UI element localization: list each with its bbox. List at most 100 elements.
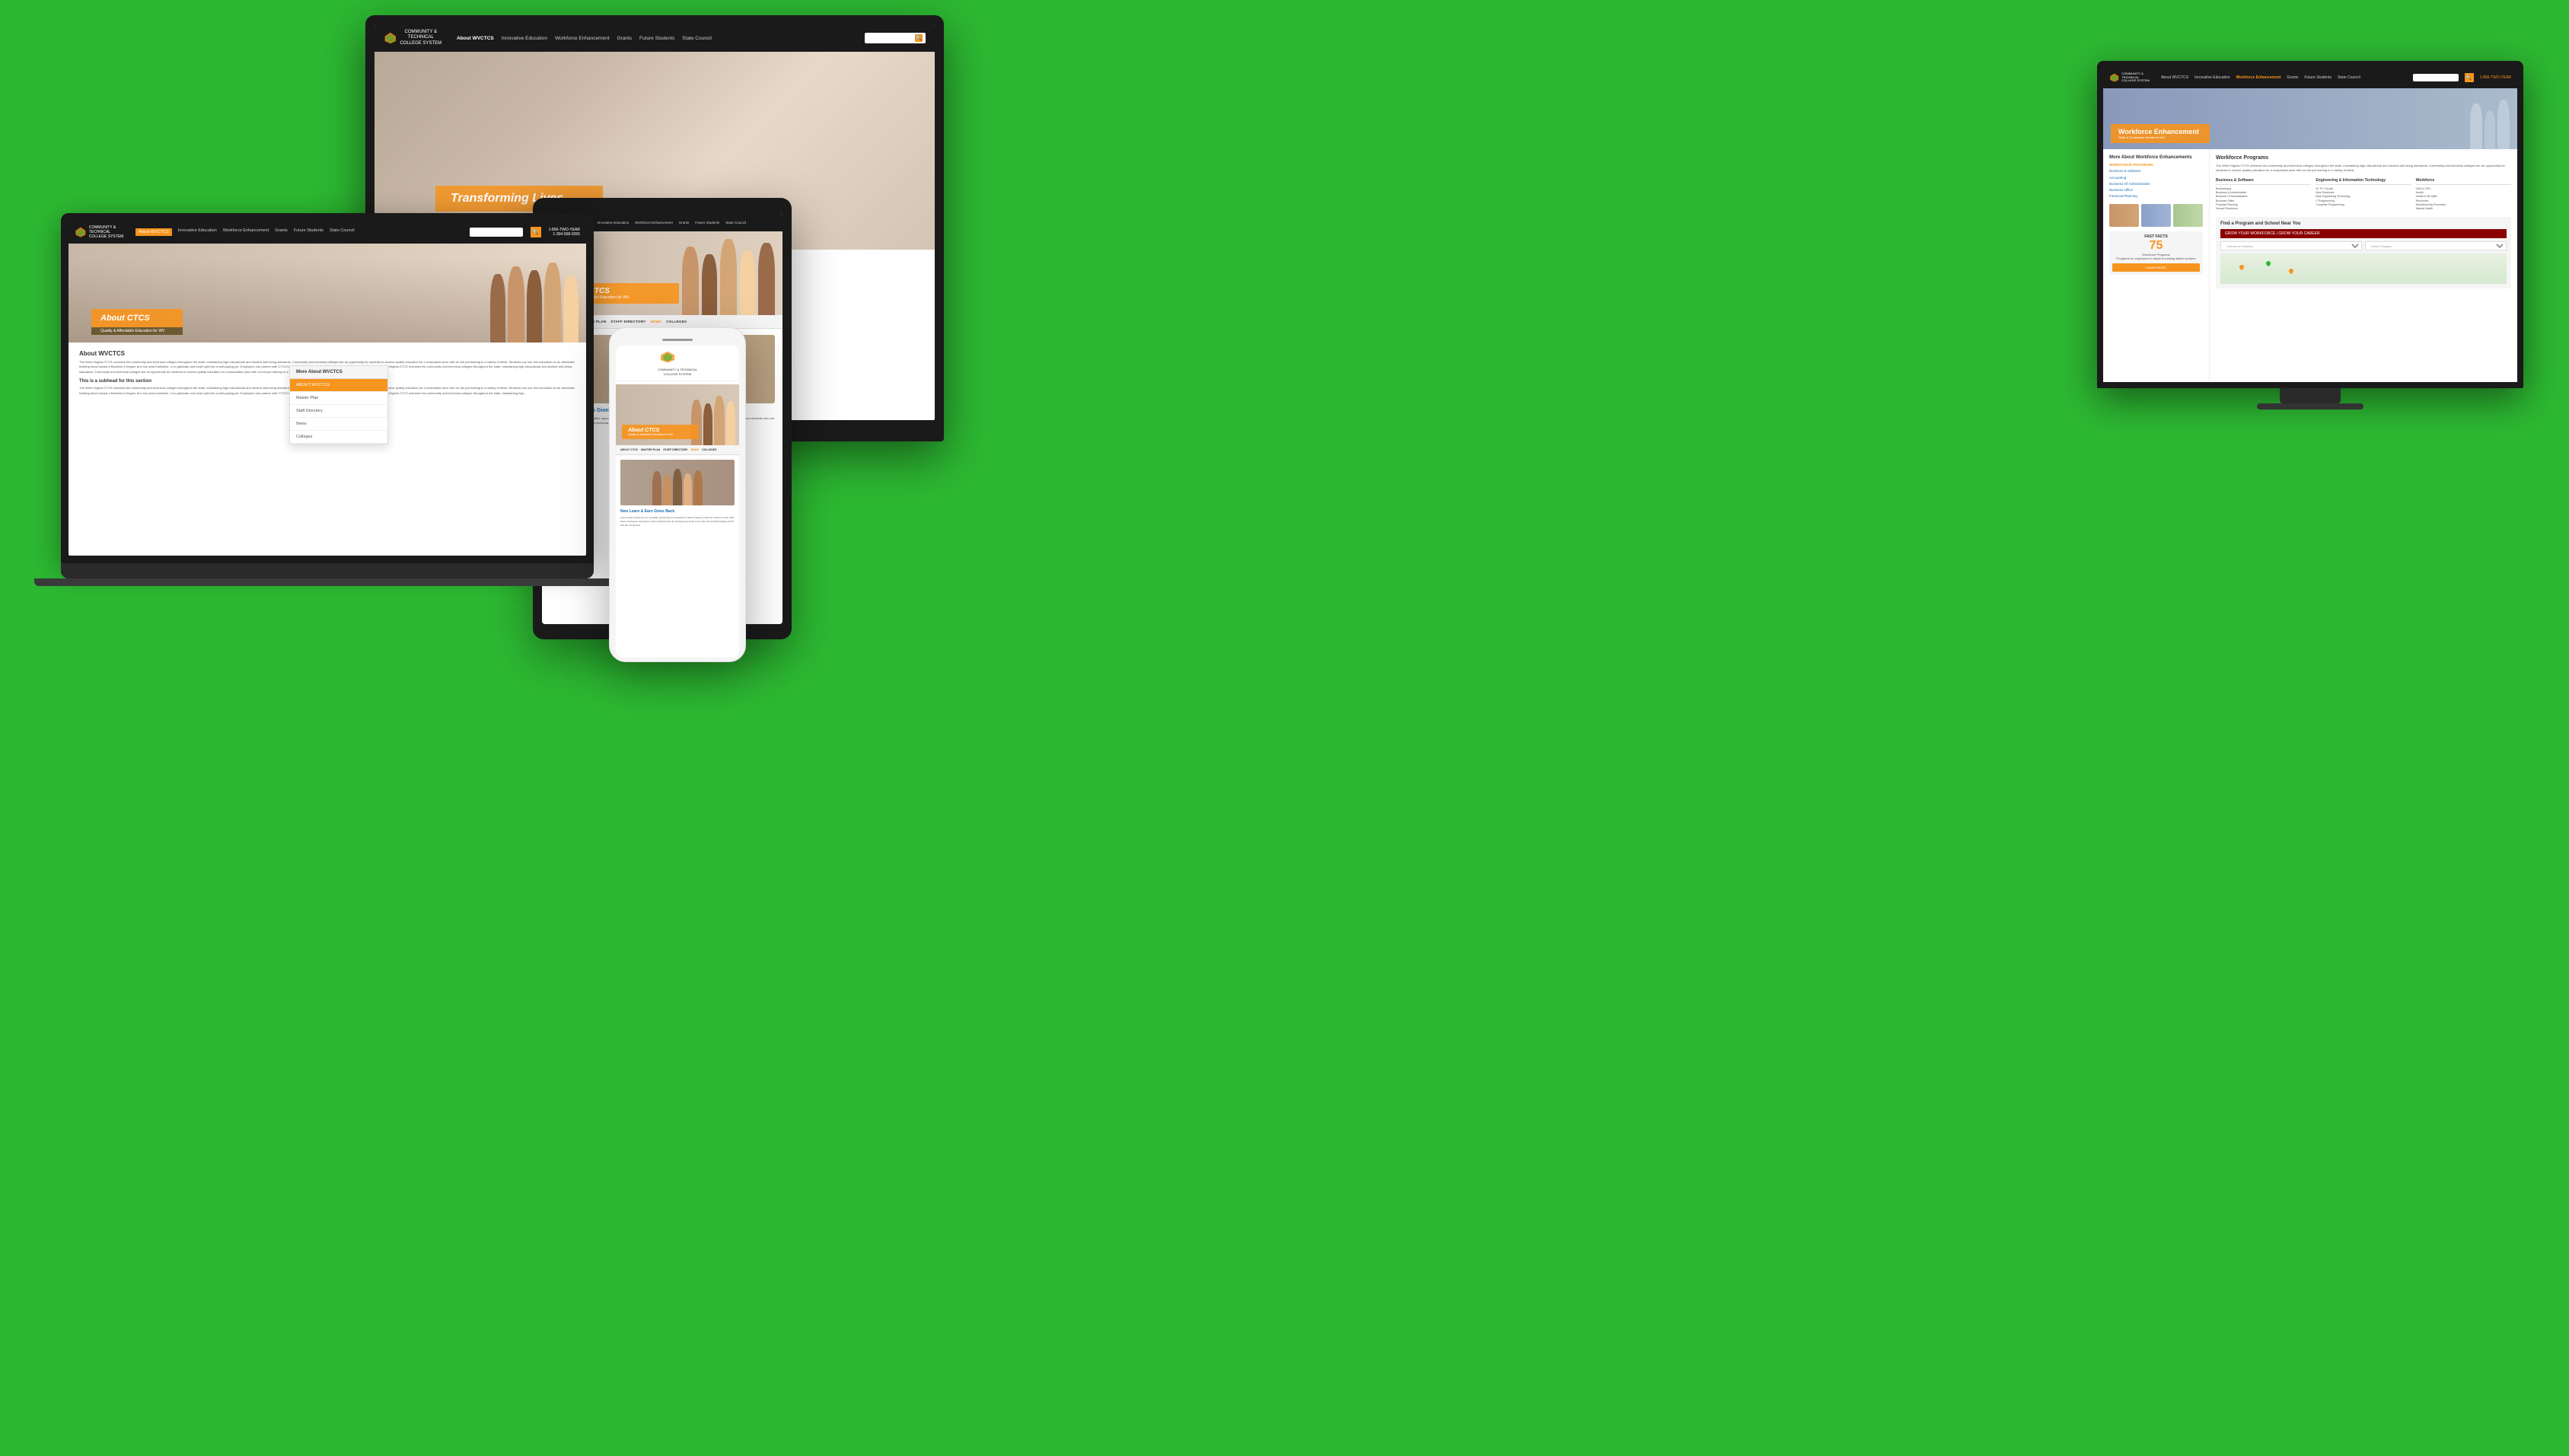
map-pin-1 bbox=[2239, 264, 2245, 270]
tablet-sub-colleges[interactable]: COLLEGES bbox=[666, 320, 687, 323]
sidebar-img-2 bbox=[2141, 204, 2171, 227]
desktop-stand bbox=[2280, 388, 2341, 403]
desktop-nav-grants[interactable]: Grants bbox=[2287, 75, 2298, 80]
desktop-industry-select[interactable]: Choose an Industry bbox=[2220, 241, 2362, 250]
monitor-logo-text: COMMUNITY & TECHNICALCOLLEGE SYSTEM bbox=[397, 30, 445, 46]
pi1 bbox=[652, 471, 661, 505]
tablet-nav-state-council[interactable]: State Council bbox=[725, 221, 746, 225]
desktop-hero-overlay: Workforce Enhancement Skills & Credentia… bbox=[2111, 124, 2210, 143]
php2 bbox=[703, 403, 712, 445]
phone-sub-about[interactable]: ABOUT CTCS bbox=[620, 448, 638, 451]
desktop-fast-facts: FAST FACTS 75 Workforce Programs Program… bbox=[2109, 231, 2203, 275]
desktop-logo-text: COMMUNITY & TECHNICALCOLLEGE SYSTEM bbox=[2121, 72, 2155, 83]
ds-item-3[interactable]: Business Of Administrative bbox=[2109, 182, 2203, 186]
desktop-nav-about[interactable]: About WVCTCS bbox=[2161, 75, 2188, 80]
laptop-logo-text: COMMUNITY & TECHNICALCOLLEGE SYSTEM bbox=[89, 225, 128, 239]
dh3 bbox=[2497, 100, 2510, 149]
laptop-hero-subtitle: Quality & Affordable Education for WV bbox=[100, 329, 174, 333]
desktop-sidebar-workforce-label: WORKFORCE PROGRAMS bbox=[2109, 163, 2203, 167]
phone-logo-text-1: COMMUNITY & TECHNICAL bbox=[658, 368, 697, 372]
ds-item-5[interactable]: Financial Planning bbox=[2109, 194, 2203, 199]
phone-logo-icon bbox=[658, 350, 677, 364]
desktop-hero-title: Workforce Enhancement bbox=[2118, 128, 2202, 135]
desktop-ff-learn-more[interactable]: LEARN MORE bbox=[2112, 263, 2200, 272]
laptop-section-title: About WVCTCS bbox=[79, 350, 575, 357]
laptop-dropdown-item-colleges[interactable]: Colleges bbox=[290, 431, 387, 444]
laptop-device: COMMUNITY & TECHNICALCOLLEGE SYSTEM Abou… bbox=[61, 213, 594, 609]
laptop-nav-innovative[interactable]: Innovative Education bbox=[178, 228, 217, 236]
laptop-nav-grants[interactable]: Grants bbox=[275, 228, 288, 236]
monitor-nav-state-council[interactable]: State Council bbox=[682, 36, 712, 41]
phone-article-title[interactable]: New Learn & Earn Gives Back bbox=[620, 509, 735, 514]
ds-item-4[interactable]: Business Office bbox=[2109, 188, 2203, 193]
desktop-nav-links: About WVCTCS Innovative Education Workfo… bbox=[2161, 75, 2407, 80]
lp3 bbox=[527, 270, 542, 342]
monitor-nav-about[interactable]: About WVCTCS bbox=[457, 36, 494, 41]
phone-sub-master[interactable]: MASTER PLAN bbox=[641, 448, 660, 451]
desktop-sidebar: More About Workforce Enhancements WORKFO… bbox=[2103, 149, 2210, 382]
laptop-search-button[interactable]: 🔍 bbox=[531, 227, 541, 237]
dc-item-w6[interactable]: Natural Health bbox=[2416, 207, 2511, 211]
phone-hero-overlay: About CTCS Quality & Affordable Educatio… bbox=[622, 425, 698, 439]
laptop-nav-future[interactable]: Future Students bbox=[294, 228, 324, 236]
monitor-nav-links: About WVCTCS Innovative Education Workfo… bbox=[457, 36, 853, 41]
phone-sub-staff[interactable]: STAFF DIRECTORY bbox=[663, 448, 687, 451]
ds-item-2[interactable]: Accounting bbox=[2109, 176, 2203, 180]
laptop-dropdown-item-staff[interactable]: Staff Directory bbox=[290, 405, 387, 418]
phone-sub-colleges[interactable]: COLLEGES bbox=[702, 448, 716, 451]
phone-sub-nav: ABOUT CTCS MASTER PLAN STAFF DIRECTORY N… bbox=[616, 445, 739, 455]
desktop-navbar: COMMUNITY & TECHNICALCOLLEGE SYSTEM Abou… bbox=[2103, 67, 2517, 88]
desktop-nav-future[interactable]: Future Students bbox=[2304, 75, 2332, 80]
monitor-nav-innovative[interactable]: Innovative Education bbox=[502, 36, 547, 41]
desktop-search-button[interactable]: 🔍 bbox=[2465, 73, 2474, 82]
desktop-nav-state-council[interactable]: State Council bbox=[2338, 75, 2360, 80]
tp1 bbox=[682, 247, 699, 315]
laptop-nav-workforce[interactable]: Workforce Enhancement bbox=[223, 228, 269, 236]
monitor-nav-grants[interactable]: Grants bbox=[617, 36, 633, 41]
dc-item-e5[interactable]: Computer Programming bbox=[2316, 203, 2411, 207]
monitor-search-bar[interactable]: 🔍 bbox=[865, 33, 926, 43]
ds-item-1[interactable]: Business & Software bbox=[2109, 169, 2203, 174]
phone-article-image bbox=[620, 460, 735, 505]
desktop-base bbox=[2257, 403, 2363, 409]
desktop-nav-workforce[interactable]: Workforce Enhancement bbox=[2236, 75, 2281, 80]
phone-sub-news[interactable]: NEWS bbox=[691, 448, 700, 451]
monitor-nav-workforce[interactable]: Workforce Enhancement bbox=[555, 36, 609, 41]
laptop-dropdown-item-about[interactable]: ABOUT WVCTCS bbox=[290, 379, 387, 392]
phone-device: COMMUNITY & TECHNICAL COLLEGE SYSTEM Abo… bbox=[609, 327, 746, 662]
phone-logo-text-2: COLLEGE SYSTEM bbox=[658, 372, 697, 377]
php3 bbox=[714, 396, 725, 445]
monitor-nav-future[interactable]: Future Students bbox=[639, 36, 674, 41]
laptop-dropdown-item-master[interactable]: Master Plan bbox=[290, 392, 387, 405]
tablet-nav-future[interactable]: Future Students bbox=[695, 221, 719, 225]
phone-hero-subtitle: Quality & Affordable Education for WV bbox=[628, 433, 692, 436]
desktop-cat-workforce-title: Workforce bbox=[2416, 178, 2511, 185]
desktop-nav-innovative[interactable]: Innovative Education bbox=[2194, 75, 2230, 80]
dh1 bbox=[2470, 104, 2482, 149]
desktop-hero: Workforce Enhancement Skills & Credentia… bbox=[2103, 88, 2517, 149]
desktop-ff-number: 75 bbox=[2112, 239, 2200, 253]
tablet-sub-news[interactable]: NEWS bbox=[650, 320, 661, 323]
dc-item-b6[interactable]: Human Resources bbox=[2216, 207, 2311, 211]
tablet-nav-grants[interactable]: Grants bbox=[679, 221, 690, 225]
desktop-search-bar[interactable] bbox=[2413, 74, 2459, 81]
desktop-logo: COMMUNITY & TECHNICALCOLLEGE SYSTEM bbox=[2109, 68, 2155, 87]
desktop-logo-icon bbox=[2109, 72, 2119, 84]
tp3 bbox=[720, 239, 737, 315]
desktop-screen: COMMUNITY & TECHNICALCOLLEGE SYSTEM Abou… bbox=[2103, 67, 2517, 382]
desktop-program-select[interactable]: Select Program bbox=[2365, 241, 2507, 250]
laptop-base bbox=[61, 563, 594, 578]
desktop-main-area: More About Workforce Enhancements WORKFO… bbox=[2103, 149, 2517, 382]
laptop-nav-state-council[interactable]: State Council bbox=[330, 228, 355, 236]
laptop-search-bar[interactable] bbox=[470, 228, 523, 237]
dh2 bbox=[2485, 111, 2495, 149]
laptop-dropdown-item-news[interactable]: News bbox=[290, 418, 387, 431]
tablet-sub-staff[interactable]: STAFF DIRECTORY bbox=[610, 320, 645, 323]
laptop-logo: COMMUNITY & TECHNICALCOLLEGE SYSTEM bbox=[75, 225, 128, 240]
laptop-phone: 1-866-TWO-YEAR 1-304-558-0265 bbox=[549, 228, 580, 237]
map-pin-3 bbox=[2288, 268, 2294, 274]
monitor-search-icon[interactable]: 🔍 bbox=[915, 34, 923, 42]
tablet-nav-workforce[interactable]: Workforce Enhancement bbox=[635, 221, 672, 225]
tablet-nav-innovative[interactable]: Innovative Education bbox=[598, 221, 630, 225]
laptop-nav-about[interactable]: About WVCTCS bbox=[135, 228, 172, 236]
